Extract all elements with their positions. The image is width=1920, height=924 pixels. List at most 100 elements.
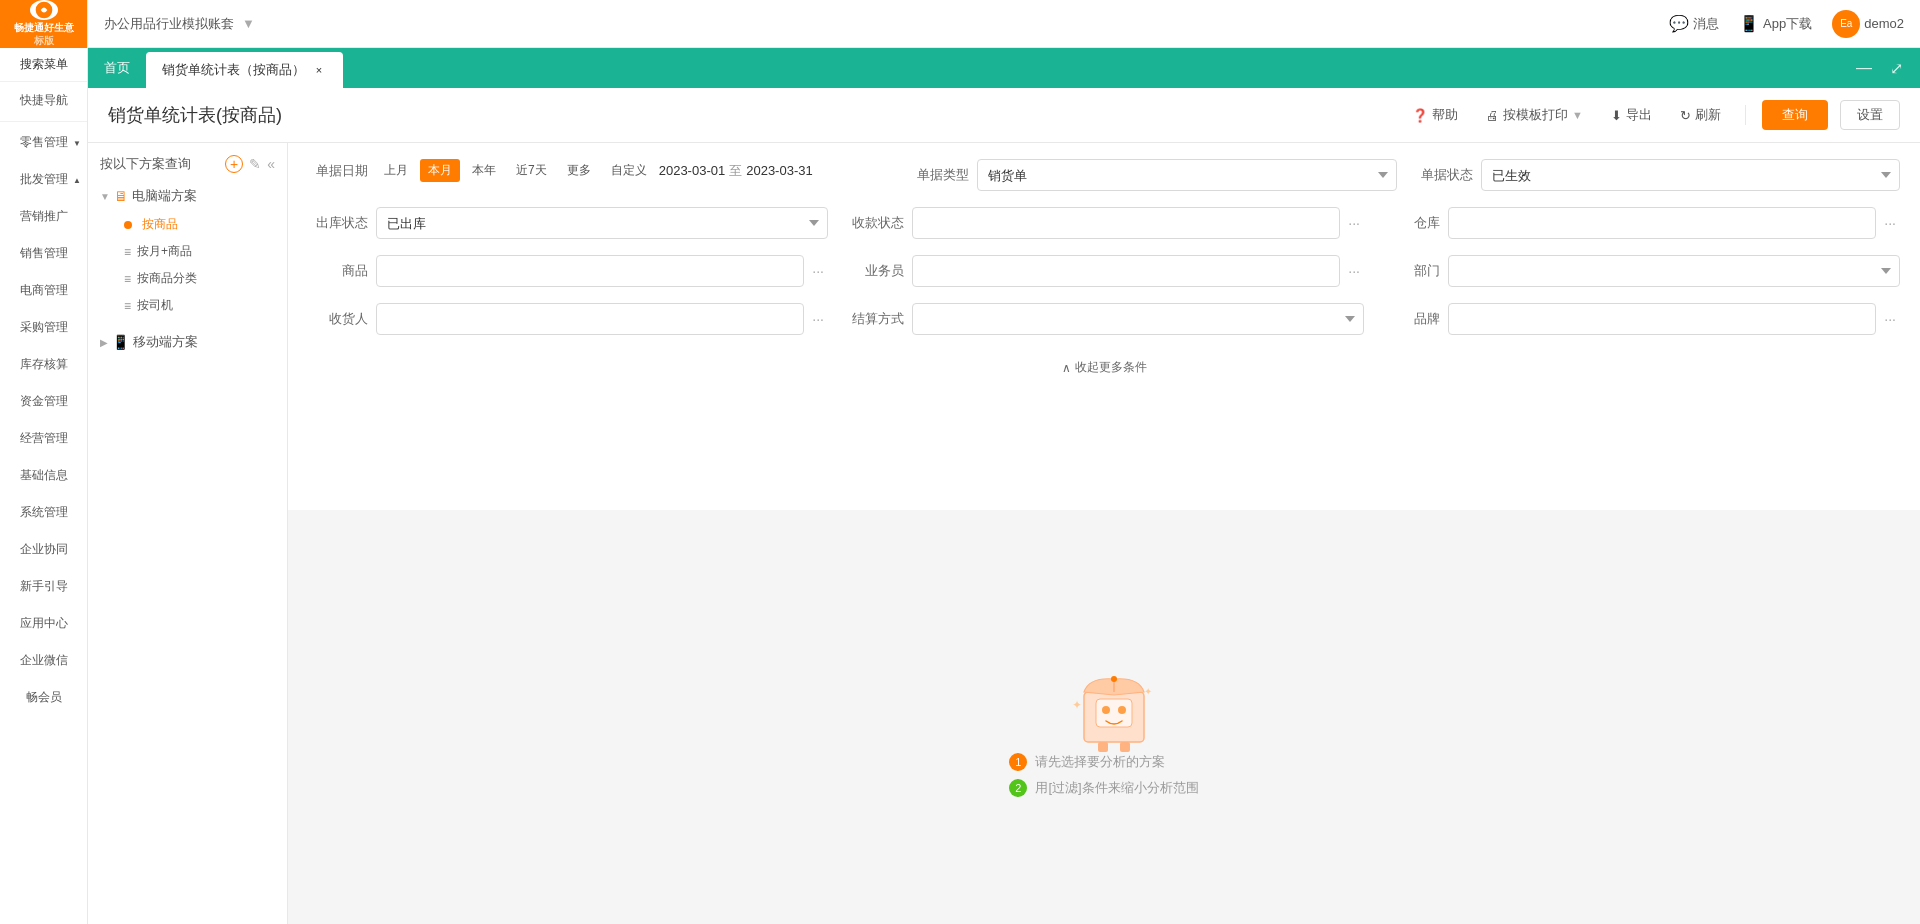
warehouse-dots[interactable]: ··· xyxy=(1880,215,1900,231)
sidebar-item-wechat[interactable]: 企业微信 xyxy=(0,642,87,679)
date-to[interactable]: 2023-03-31 xyxy=(746,163,813,178)
scheme-by-month-product-label: 按月+商品 xyxy=(137,243,192,260)
warehouse-wrap: ··· xyxy=(1448,207,1900,239)
date-tab-more[interactable]: 更多 xyxy=(559,159,599,182)
warehouse-out-label: 出库状态 xyxy=(308,214,368,232)
sidebar-item-apps[interactable]: 应用中心 xyxy=(0,605,87,642)
print-arrow[interactable]: ▼ xyxy=(1572,109,1583,121)
collapse-sidebar-icon[interactable]: « xyxy=(267,156,275,172)
industry-arrow[interactable]: ▼ xyxy=(242,16,255,31)
minimize-btn[interactable]: — xyxy=(1852,56,1876,80)
scheme-by-printer[interactable]: ≡ 按司机 xyxy=(88,292,287,319)
section-wrapper: 按以下方案查询 + ✎ « ▼ 🖥 电脑端方案 按商品 xyxy=(88,143,1920,924)
sidebar-item-wholesale[interactable]: 批发管理 xyxy=(0,161,87,198)
main-area: 办公用品行业模拟账套 ▼ 💬 消息 📱 App下载 Ea demo2 首页 xyxy=(88,0,1920,924)
app-download-btn[interactable]: 📱 App下载 xyxy=(1739,14,1812,33)
receipt-status-field: 收款状态 ··· xyxy=(844,207,1364,239)
tab-home[interactable]: 首页 xyxy=(88,48,146,88)
help-btn[interactable]: ❓ 帮助 xyxy=(1404,102,1466,128)
top-header: 办公用品行业模拟账套 ▼ 💬 消息 📱 App下载 Ea demo2 xyxy=(88,0,1920,48)
sidebar-item-basic[interactable]: 基础信息 xyxy=(0,457,87,494)
product-input[interactable] xyxy=(376,255,804,287)
date-tab-current[interactable]: 本月 xyxy=(420,159,460,182)
date-tab-7days[interactable]: 近7天 xyxy=(508,159,555,182)
salesman-input[interactable] xyxy=(912,255,1340,287)
help-label: 帮助 xyxy=(1432,106,1458,124)
brand-dots[interactable]: ··· xyxy=(1880,311,1900,327)
sidebar: 畅捷通好生意 标版 搜索菜单 快捷导航 零售管理 批发管理 营销推广 销售管理 … xyxy=(0,0,88,924)
receiver-dots[interactable]: ··· xyxy=(808,311,828,327)
refresh-label: 刷新 xyxy=(1695,106,1721,124)
sidebar-item-operations[interactable]: 经营管理 xyxy=(0,420,87,457)
empty-tip-2: 2 用[过滤]条件来缩小分析范围 xyxy=(1009,779,1198,797)
desktop-icon: 🖥 xyxy=(114,188,128,204)
receiver-wrap: ··· xyxy=(376,303,828,335)
date-tab-prev[interactable]: 上月 xyxy=(376,159,416,182)
query-btn[interactable]: 查询 xyxy=(1762,100,1828,130)
tab-actions: — ⤢ xyxy=(1852,56,1920,80)
app-download-label: App下载 xyxy=(1763,15,1812,33)
sidebar-item-system[interactable]: 系统管理 xyxy=(0,494,87,531)
date-from[interactable]: 2023-03-01 xyxy=(659,163,726,178)
sidebar-item-sales[interactable]: 销售管理 xyxy=(0,235,87,272)
salesman-dots[interactable]: ··· xyxy=(1344,263,1364,279)
scheme-by-month-product[interactable]: ≡ 按月+商品 xyxy=(88,238,287,265)
department-select[interactable] xyxy=(1448,255,1900,287)
warehouse-field: 仓库 ··· xyxy=(1380,207,1900,239)
doc-type-select[interactable]: 销货单 xyxy=(977,159,1397,191)
scheme-by-product-category[interactable]: ≡ 按商品分类 xyxy=(88,265,287,292)
date-tab-year[interactable]: 本年 xyxy=(464,159,504,182)
scheme-dot xyxy=(124,218,136,232)
tab-sales-report[interactable]: 销货单统计表（按商品） × xyxy=(146,52,343,88)
tab-close-icon[interactable]: × xyxy=(311,62,327,78)
divider xyxy=(0,121,87,122)
receipt-status-input[interactable] xyxy=(912,207,1340,239)
print-btn[interactable]: 🖨 按模板打印 ▼ xyxy=(1478,102,1591,128)
add-scheme-icon[interactable]: + xyxy=(225,155,243,173)
sidebar-item-retail[interactable]: 零售管理 xyxy=(0,124,87,161)
sidebar-item-guide[interactable]: 新手引导 xyxy=(0,568,87,605)
product-label: 商品 xyxy=(308,262,368,280)
receipt-status-label: 收款状态 xyxy=(844,214,904,232)
sidebar-item-inventory[interactable]: 库存核算 xyxy=(0,346,87,383)
settings-btn[interactable]: 设置 xyxy=(1840,100,1900,130)
doc-status-select[interactable]: 已生效 xyxy=(1481,159,1901,191)
sidebar-item-procurement[interactable]: 采购管理 xyxy=(0,309,87,346)
desktop-section[interactable]: ▼ 🖥 电脑端方案 xyxy=(88,181,287,211)
mobile-section[interactable]: ▶ 📱 移动端方案 xyxy=(88,327,287,357)
user-profile-btn[interactable]: Ea demo2 xyxy=(1832,10,1904,38)
receiver-input[interactable] xyxy=(376,303,804,335)
product-dots[interactable]: ··· xyxy=(808,263,828,279)
brand-input[interactable] xyxy=(1448,303,1876,335)
collapse-btn[interactable]: ∧ 收起更多条件 xyxy=(1062,359,1147,376)
collapse-arrow: ∧ xyxy=(1062,361,1071,375)
sidebar-item-enterprise[interactable]: 企业协同 xyxy=(0,531,87,568)
sidebar-item-member[interactable]: 畅会员 xyxy=(0,679,87,716)
maximize-btn[interactable]: ⤢ xyxy=(1884,56,1908,80)
sidebar-item-quicknav[interactable]: 快捷导航 xyxy=(0,82,87,119)
message-btn[interactable]: 💬 消息 xyxy=(1669,14,1719,33)
edit-scheme-icon[interactable]: ✎ xyxy=(249,156,261,172)
settlement-select[interactable] xyxy=(912,303,1364,335)
message-icon: 💬 xyxy=(1669,14,1689,33)
scheme-by-product[interactable]: 按商品 xyxy=(88,211,287,238)
warehouse-out-select[interactable]: 已出库 xyxy=(376,207,828,239)
sidebar-item-marketing[interactable]: 营销推广 xyxy=(0,198,87,235)
industry-selector[interactable]: 办公用品行业模拟账套 xyxy=(104,15,234,33)
user-name: demo2 xyxy=(1864,16,1904,31)
refresh-btn[interactable]: ↻ 刷新 xyxy=(1672,102,1729,128)
date-range-inputs: 2023-03-01 至 2023-03-31 xyxy=(659,162,813,180)
receipt-status-dots[interactable]: ··· xyxy=(1344,215,1364,231)
warehouse-input[interactable] xyxy=(1448,207,1876,239)
empty-state: ✦ ✦ 1 请先选择要分析的方案 2 用[过滤]条件来缩小分析范围 xyxy=(1009,637,1198,797)
scheme-icon3: ≡ xyxy=(124,299,131,313)
department-label: 部门 xyxy=(1380,262,1440,280)
svg-rect-2 xyxy=(1096,699,1132,727)
sidebar-item-ecommerce[interactable]: 电商管理 xyxy=(0,272,87,309)
date-tab-custom[interactable]: 自定义 xyxy=(603,159,655,182)
export-btn[interactable]: ⬇ 导出 xyxy=(1603,102,1660,128)
search-menu-item[interactable]: 搜索菜单 xyxy=(0,48,87,82)
svg-rect-7 xyxy=(1098,742,1108,752)
scheme-by-product-category-label: 按商品分类 xyxy=(137,270,197,287)
sidebar-item-finance[interactable]: 资金管理 xyxy=(0,383,87,420)
